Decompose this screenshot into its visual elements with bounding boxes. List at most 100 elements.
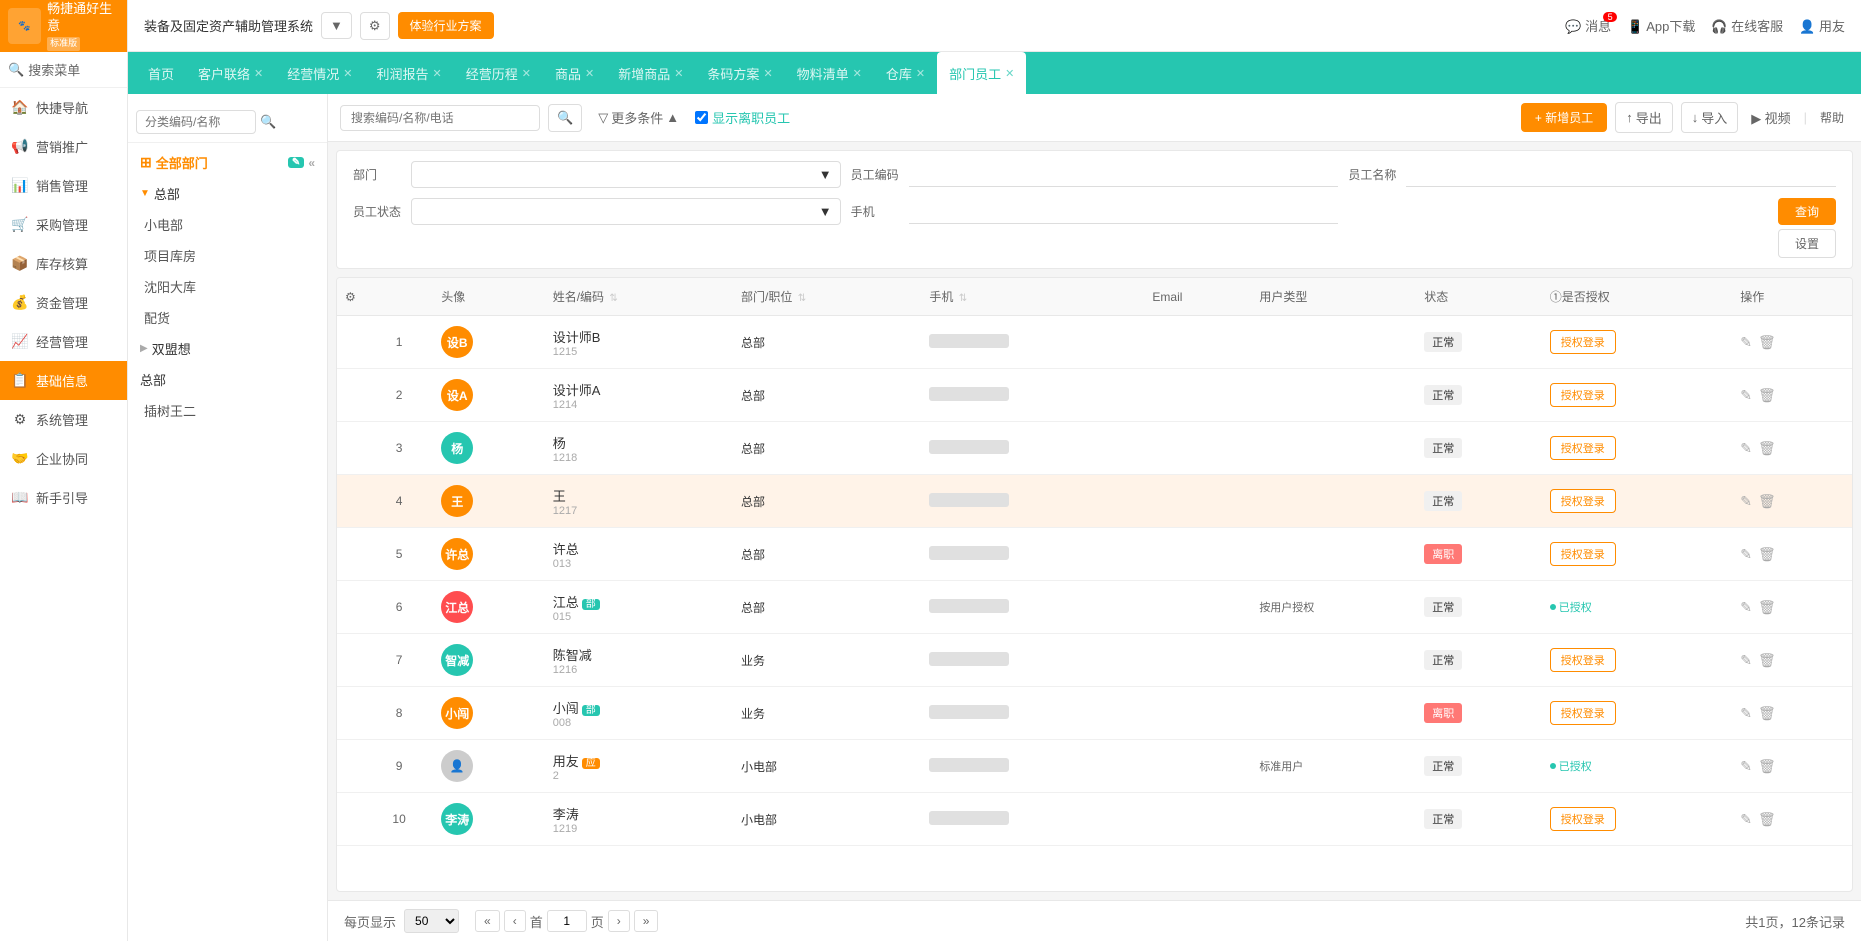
close-staff-tab[interactable]: ✕ [1005,67,1014,80]
delete-icon[interactable]: 🗑 [1758,652,1776,669]
auth-btn[interactable]: 授权登录 [1550,648,1616,672]
edit-icon[interactable]: ✎ [1740,493,1752,510]
sidebar-item-guide[interactable]: 📖 新手引导 [0,478,127,517]
dept-planting[interactable]: 插树王二 [128,395,327,426]
search-input[interactable] [340,105,540,131]
sidebar-item-quick-nav[interactable]: 🏠 快捷导航 [0,88,127,127]
experience-btn[interactable]: 体验行业方案 [398,12,494,39]
delete-icon[interactable]: 🗑 [1758,387,1776,404]
auth-btn[interactable]: 授权登录 [1550,807,1616,831]
online-service-btn[interactable]: 🎧 在线客服 [1711,16,1783,35]
delete-icon[interactable]: 🗑 [1758,811,1776,828]
dept-search-input[interactable] [136,110,256,134]
user-menu[interactable]: 👤 用友 [1799,16,1845,35]
close-situation-tab[interactable]: ✕ [343,67,352,80]
delete-icon[interactable]: 🗑 [1758,758,1776,775]
edit-icon[interactable]: ✎ [1740,811,1752,828]
status-select[interactable]: ▼ [411,198,841,225]
auth-btn[interactable]: 授权登录 [1550,542,1616,566]
add-employee-btn[interactable]: + 新增员工 [1521,103,1607,132]
delete-icon[interactable]: 🗑 [1758,493,1776,510]
last-page-btn[interactable]: » [634,910,659,932]
edit-icon[interactable]: ✎ [1740,440,1752,457]
emp-code-input[interactable] [909,162,1339,187]
sidebar-item-marketing[interactable]: 📢 营销推广 [0,127,127,166]
sidebar-item-system[interactable]: ⚙ 系统管理 [0,400,127,439]
auth-btn[interactable]: 授权登录 [1550,330,1616,354]
first-page-btn[interactable]: « [475,910,500,932]
per-page-select[interactable]: 50 20 100 [404,909,459,933]
search-btn[interactable]: 🔍 [548,104,582,132]
tab-warehouse[interactable]: 仓库 ✕ [874,52,937,94]
close-goods-tab[interactable]: ✕ [585,67,594,80]
tab-profit-report[interactable]: 经营情况 ✕ [275,52,364,94]
col-settings[interactable]: ⚙ [337,278,365,316]
edit-icon[interactable]: ✎ [1740,705,1752,722]
sidebar-item-stock[interactable]: 📦 库存核算 [0,244,127,283]
auth-btn[interactable]: 授权登录 [1550,489,1616,513]
edit-icon[interactable]: ✎ [1740,599,1752,616]
tab-materials[interactable]: 物料清单 ✕ [785,52,874,94]
settings-icon-btn[interactable]: ⚙ [360,12,390,40]
sidebar-item-purchase[interactable]: 🛒 采购管理 [0,205,127,244]
col-phone[interactable]: 手机 ⇅ [921,278,1144,316]
sidebar-search[interactable]: 🔍 搜索菜单 [0,52,127,88]
help-btn[interactable]: 帮助 [1815,104,1849,131]
edit-icon[interactable]: ✎ [1740,758,1752,775]
sidebar-item-operation[interactable]: 📈 经营管理 [0,322,127,361]
system-dropdown[interactable]: ▼ [321,12,352,39]
close-newgoods-tab[interactable]: ✕ [674,67,683,80]
all-dept-btn[interactable]: ⊞ 全部部门 ✎ « [128,147,327,178]
tab-barcode[interactable]: 条码方案 ✕ [695,52,784,94]
delete-icon[interactable]: 🗑 [1758,546,1776,563]
dept-project[interactable]: 项目库房 [128,240,327,271]
tab-home[interactable]: 首页 [136,52,186,94]
col-dept[interactable]: 部门/职位 ⇅ [733,278,921,316]
import-btn[interactable]: ↓ 导入 [1681,102,1739,133]
edit-icon[interactable]: ✎ [1740,652,1752,669]
close-customer-tab[interactable]: ✕ [254,67,263,80]
sidebar-item-finance[interactable]: 💰 资金管理 [0,283,127,322]
dept-group-shuangmeng[interactable]: ▶ 双盟想 [128,333,327,364]
close-barcode-tab[interactable]: ✕ [763,67,772,80]
dept-select[interactable]: ▼ [411,161,841,188]
sidebar-item-basic[interactable]: 📋 基础信息 [0,361,127,400]
close-warehouse-tab[interactable]: ✕ [916,67,925,80]
close-profit-tab[interactable]: ✕ [433,67,442,80]
view-btn[interactable]: ▶ 视频 [1746,103,1795,132]
next-page-btn[interactable]: › [608,910,630,932]
tab-customer[interactable]: 客户联络 ✕ [186,52,275,94]
tab-goods[interactable]: 商品 ✕ [543,52,606,94]
app-download-btn[interactable]: 📱 App下载 [1627,16,1695,35]
reset-btn[interactable]: 设置 [1778,229,1836,258]
sidebar-item-enterprise[interactable]: 🤝 企业协同 [0,439,127,478]
dept-distribution[interactable]: 配货 [128,302,327,333]
delete-icon[interactable]: 🗑 [1758,334,1776,351]
prev-page-btn[interactable]: ‹ [504,910,526,932]
close-materials-tab[interactable]: ✕ [853,67,862,80]
dept-shenyang[interactable]: 沈阳大库 [128,271,327,302]
edit-icon[interactable]: ✎ [1740,387,1752,404]
tab-staff[interactable]: 部门员工 ✕ [937,52,1026,94]
delete-icon[interactable]: 🗑 [1758,440,1776,457]
show-resigned-checkbox[interactable]: 显示离职员工 [695,108,790,127]
dept-group-zongbu2[interactable]: 总部 [128,364,327,395]
delete-icon[interactable]: 🗑 [1758,705,1776,722]
col-name[interactable]: 姓名/编码 ⇅ [545,278,733,316]
delete-icon[interactable]: 🗑 [1758,599,1776,616]
tab-newgoods[interactable]: 新增商品 ✕ [606,52,695,94]
page-input[interactable] [547,910,587,932]
dept-xiaodian[interactable]: 小电部 [128,209,327,240]
phone-input[interactable] [909,199,1339,224]
sidebar-item-sales[interactable]: 📊 销售管理 [0,166,127,205]
emp-name-input[interactable] [1406,162,1836,187]
tab-history[interactable]: 经营历程 ✕ [454,52,543,94]
edit-icon[interactable]: ✎ [1740,546,1752,563]
more-filters-btn[interactable]: ▽ 更多条件 ▲ [590,103,687,132]
close-history-tab[interactable]: ✕ [522,67,531,80]
auth-btn[interactable]: 授权登录 [1550,436,1616,460]
query-btn[interactable]: 查询 [1778,198,1836,225]
edit-icon[interactable]: ✎ [1740,334,1752,351]
auth-btn[interactable]: 授权登录 [1550,383,1616,407]
message-icon-btn[interactable]: 💬 5 消息 [1565,16,1611,35]
